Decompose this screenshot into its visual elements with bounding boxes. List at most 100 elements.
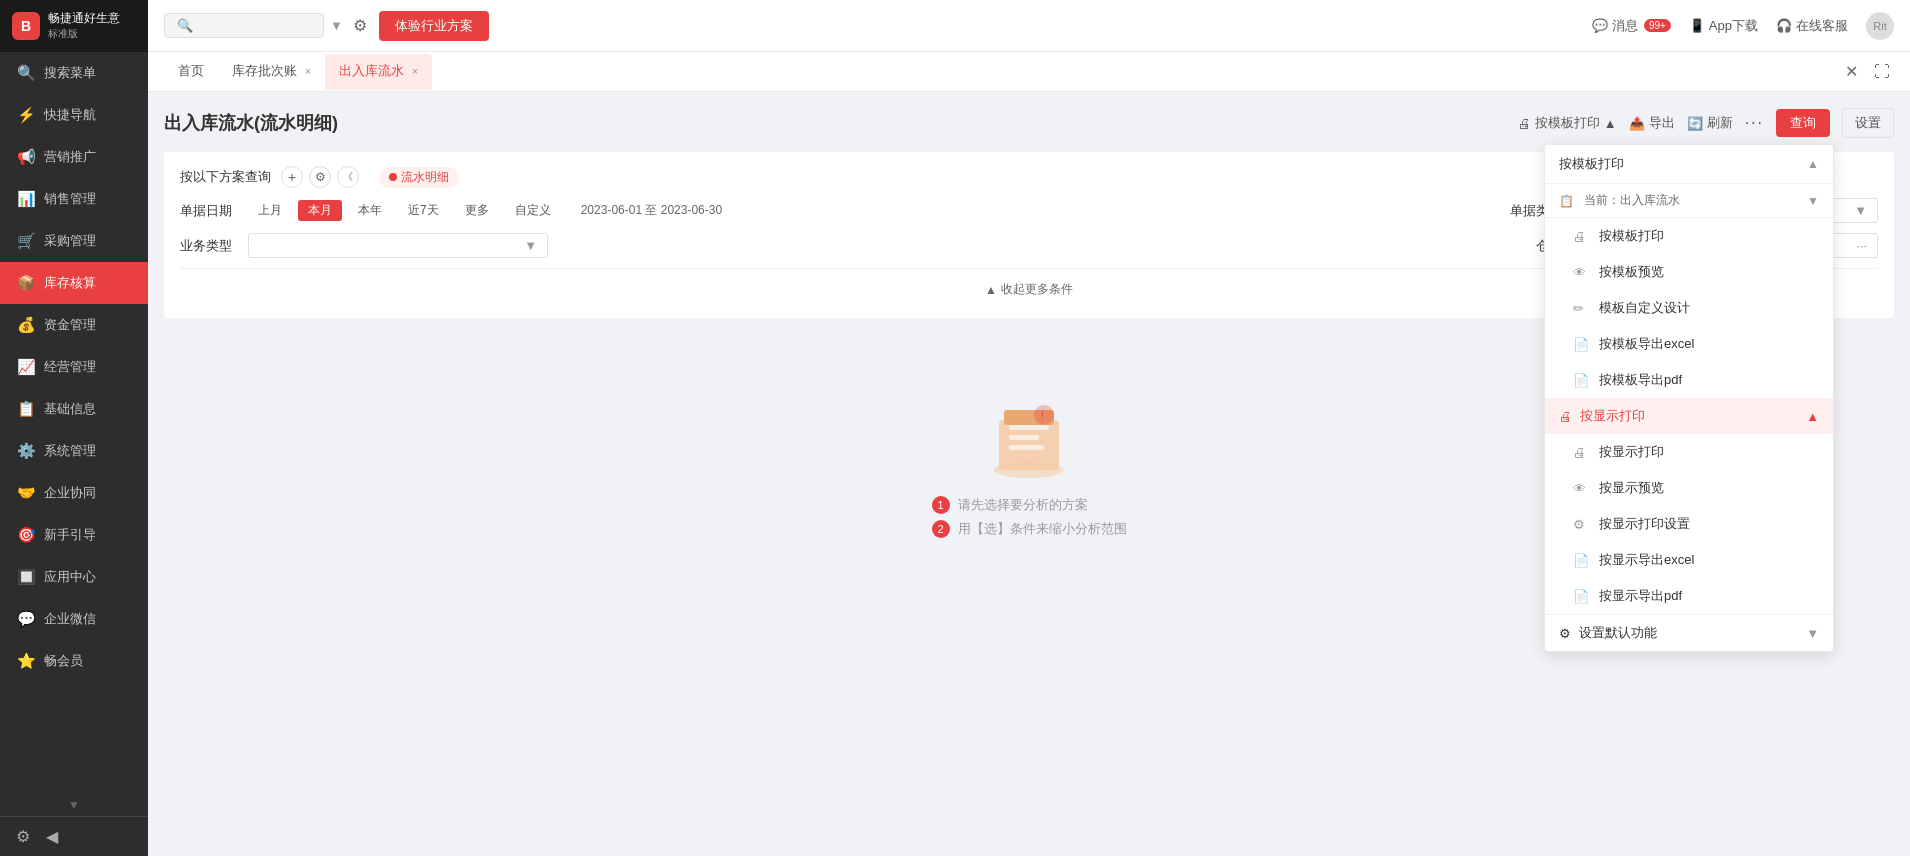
tab-home-label: 首页 [178,63,204,78]
sidebar-item-member[interactable]: ⭐ 畅会员 [0,640,148,682]
topbar-search-box: 🔍 [164,13,324,38]
date-filter-label: 单据日期 [180,202,232,220]
query-button[interactable]: 查询 [1776,109,1830,137]
sidebar-item-label: 资金管理 [44,316,96,334]
date-tag-last-month[interactable]: 上月 [248,200,292,221]
template-print-label: 按模板打印 [1535,114,1600,132]
tab-home[interactable]: 首页 [164,54,218,90]
sidebar-item-quick-nav[interactable]: ⚡ 快捷导航 [0,94,148,136]
date-tag-custom[interactable]: 自定义 [505,200,561,221]
dropdown-display-print[interactable]: 🖨 按显示打印 [1545,434,1833,470]
online-service-button[interactable]: 🎧 在线客服 [1776,17,1848,35]
print-icon: 🖨 [1573,229,1589,244]
dropdown-template-excel[interactable]: 📄 按模板导出excel [1545,326,1833,362]
dropdown-bottom-expand-icon[interactable]: ▼ [1806,626,1819,641]
logo-text: 畅捷通好生意 标准版 [48,11,120,41]
sidebar-item-search[interactable]: 🔍 搜索菜单 [0,52,148,94]
settings-icon[interactable]: ⚙ [16,827,30,846]
sidebar-scroll-down[interactable]: ▼ [0,794,148,816]
message-label: 消息 [1612,17,1638,35]
sidebar-item-label: 系统管理 [44,442,96,460]
dropdown-expand-icon[interactable]: ▲ [1807,157,1819,171]
trial-button[interactable]: 体验行业方案 [379,11,489,41]
tab-stock-flow-close[interactable]: × [412,65,418,77]
tab-stock-flow[interactable]: 出入库流水 × [325,54,432,90]
guide-icon: 🎯 [16,525,36,545]
design-icon: ✏ [1573,301,1589,316]
sidebar-item-system[interactable]: ⚙️ 系统管理 [0,430,148,472]
message-button[interactable]: 💬 消息 99+ [1592,17,1671,35]
dropdown-display-print-settings[interactable]: ⚙ 按显示打印设置 [1545,506,1833,542]
dropdown-display-print-settings-label: 按显示打印设置 [1599,515,1690,533]
search-icon: 🔍 [16,63,36,83]
message-badge: 99+ [1644,19,1671,32]
dropdown-display-section[interactable]: 🖨 按显示打印 ▲ [1545,398,1833,434]
sidebar-item-inventory[interactable]: 📦 库存核算 [0,262,148,304]
more-action-button[interactable]: ··· [1745,114,1764,132]
date-tag-more[interactable]: 更多 [455,200,499,221]
sidebar-item-app-center[interactable]: 🔲 应用中心 [0,556,148,598]
sidebar-item-operation[interactable]: 📈 经营管理 [0,346,148,388]
tab-maximize-icon[interactable]: ⛶ [1870,61,1894,83]
template-print-button[interactable]: 🖨 按模板打印 ▲ [1518,114,1617,132]
sidebar-item-enterprise[interactable]: 🤝 企业协同 [0,472,148,514]
date-tag-this-year[interactable]: 本年 [348,200,392,221]
dropdown-display-preview[interactable]: 👁 按显示预览 [1545,470,1833,506]
tab-inventory-batch-close[interactable]: × [305,65,311,77]
active-filter-dot [389,173,397,181]
filter-collapse-label: 收起更多条件 [1001,281,1073,298]
sidebar-item-label: 基础信息 [44,400,96,418]
dropdown-template-print[interactable]: 🖨 按模板打印 [1545,218,1833,254]
display-settings-icon: ⚙ [1573,517,1589,532]
sidebar-item-sales[interactable]: 📊 销售管理 [0,178,148,220]
marketing-icon: 📢 [16,147,36,167]
sidebar-item-purchase[interactable]: 🛒 采购管理 [0,220,148,262]
settings-button[interactable]: 设置 [1842,108,1894,138]
search-input[interactable] [199,19,311,33]
sidebar-item-wechat[interactable]: 💬 企业微信 [0,598,148,640]
tab-close-all-icon[interactable]: ✕ [1841,60,1862,83]
search-dropdown-icon[interactable]: ▼ [330,18,343,33]
refresh-button[interactable]: 🔄 刷新 [1687,114,1733,132]
date-tag-this-month[interactable]: 本月 [298,200,342,221]
filter-add-button[interactable]: + [281,166,303,188]
step-2-number: 2 [932,520,950,538]
dropdown-template-pdf[interactable]: 📄 按模板导出pdf [1545,362,1833,398]
pdf-icon: 📄 [1573,373,1589,388]
user-avatar[interactable]: Rit [1866,12,1894,40]
dropdown-display-pdf[interactable]: 📄 按显示导出pdf [1545,578,1833,614]
chevron-down-icon[interactable]: ▼ [1807,194,1819,208]
sidebar-item-finance[interactable]: 💰 资金管理 [0,304,148,346]
business-type-dropdown-icon[interactable]: ▼ [524,238,537,253]
chevron-up-icon: ▲ [985,283,997,297]
dropdown-template-custom[interactable]: ✏ 模板自定义设计 [1545,290,1833,326]
excel-icon: 📄 [1573,337,1589,352]
app-download-button[interactable]: 📱 App下载 [1689,17,1758,35]
scroll-down-icon[interactable]: ▼ [68,798,80,812]
export-button[interactable]: 📤 导出 [1629,114,1675,132]
filter-settings-button[interactable]: ⚙ [309,166,331,188]
dropdown-bottom-item[interactable]: ⚙ 设置默认功能 ▼ [1545,614,1833,651]
dropdown-display-label: 按显示打印 [1580,407,1645,425]
display-section-expand-icon[interactable]: ▲ [1806,409,1819,424]
sidebar-item-guide[interactable]: 🎯 新手引导 [0,514,148,556]
dropdown-display-excel[interactable]: 📄 按显示导出excel [1545,542,1833,578]
date-tag-last-7[interactable]: 近7天 [398,200,449,221]
topbar-settings-icon[interactable]: ⚙ [353,16,367,35]
collapse-icon[interactable]: ◀ [46,827,58,846]
dropdown-template-preview[interactable]: 👁 按模板预览 [1545,254,1833,290]
tab-inventory-batch[interactable]: 库存批次账 × [218,54,325,90]
sidebar-item-marketing[interactable]: 📢 营销推广 [0,136,148,178]
sidebar-item-basic[interactable]: 📋 基础信息 [0,388,148,430]
filter-collapse-button[interactable]: 《 [337,166,359,188]
display-print-icon: 🖨 [1573,445,1589,460]
dropdown-bottom-label: 设置默认功能 [1579,624,1657,642]
active-filter-tag: 流水明细 [379,167,459,188]
doc-type-dropdown-icon[interactable]: ▼ [1854,203,1867,218]
dropdown-header[interactable]: 按模板打印 ▲ [1545,145,1833,184]
operation-icon: 📈 [16,357,36,377]
warehouse-more-icon[interactable]: ··· [1856,238,1867,253]
print-icon: 🖨 [1518,116,1531,131]
dropdown-current-item[interactable]: 📋 当前：出入库流水 ▼ [1545,184,1833,218]
export-label: 导出 [1649,114,1675,132]
